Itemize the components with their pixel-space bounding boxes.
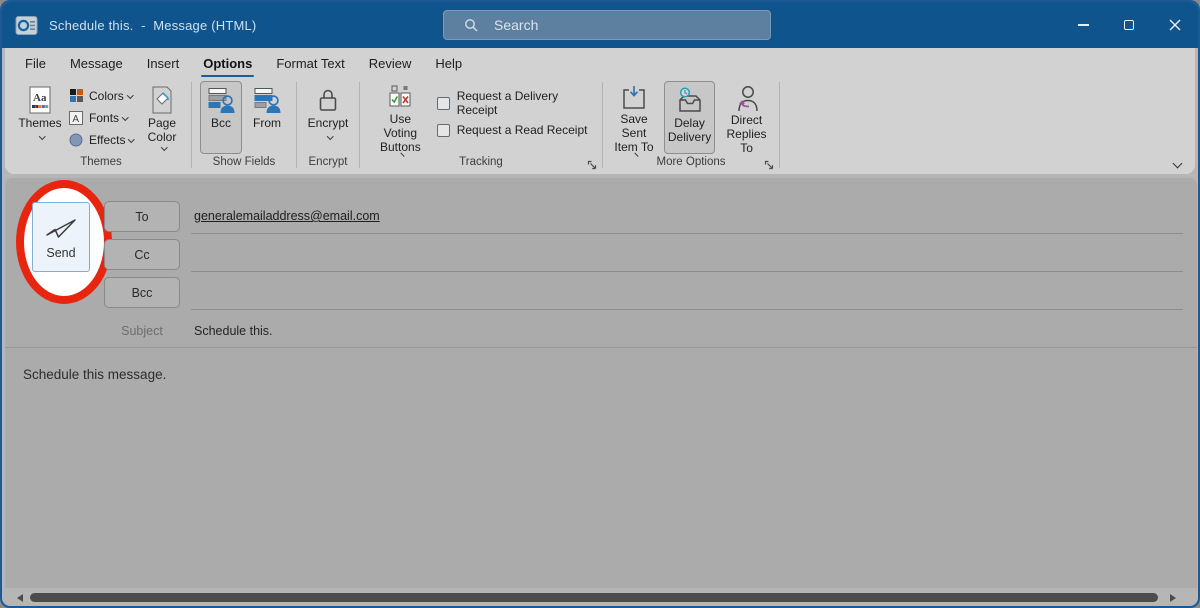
tab-review[interactable]: Review bbox=[357, 48, 424, 78]
compose-area: Send To Cc Bcc generalemailaddress@email… bbox=[5, 178, 1197, 588]
chevron-down-icon bbox=[161, 144, 167, 150]
fonts-icon: A bbox=[68, 110, 84, 125]
checkbox-icon[interactable] bbox=[437, 97, 450, 110]
group-separator bbox=[296, 82, 297, 168]
to-button[interactable]: To bbox=[104, 201, 180, 232]
save-sent-icon bbox=[621, 85, 647, 111]
to-field-line[interactable] bbox=[191, 233, 1183, 234]
tab-file[interactable]: File bbox=[13, 48, 58, 78]
cc-field-line[interactable] bbox=[191, 271, 1183, 272]
group-separator bbox=[602, 82, 603, 168]
send-plane-icon bbox=[44, 214, 78, 238]
ribbon-panel: File Message Insert Options Format Text … bbox=[5, 48, 1195, 174]
horizontal-scrollbar[interactable] bbox=[6, 591, 1194, 605]
voting-buttons-icon bbox=[387, 85, 413, 111]
bcc-field-button[interactable]: Bcc bbox=[200, 81, 242, 154]
scroll-right-arrow-icon[interactable] bbox=[1170, 594, 1176, 602]
scroll-left-arrow-icon[interactable] bbox=[17, 594, 23, 602]
outlook-app-icon bbox=[15, 14, 38, 37]
minimize-icon bbox=[1078, 24, 1089, 25]
group-label-themes: Themes bbox=[13, 155, 189, 172]
colors-icon bbox=[68, 88, 84, 103]
tab-format-text[interactable]: Format Text bbox=[264, 48, 356, 78]
close-icon bbox=[1169, 19, 1181, 31]
chevron-down-icon bbox=[39, 133, 45, 139]
encrypt-button[interactable]: Encrypt bbox=[303, 81, 354, 154]
search-input[interactable]: Search bbox=[443, 10, 771, 40]
menu-bar: File Message Insert Options Format Text … bbox=[5, 48, 1195, 78]
direct-replies-icon bbox=[734, 85, 760, 112]
group-more-options: Save Sent Item To Delay Delivery bbox=[605, 80, 777, 172]
chevron-down-icon bbox=[122, 114, 128, 120]
page-color-icon bbox=[149, 85, 175, 115]
group-label-tracking: Tracking bbox=[362, 155, 600, 172]
message-window: Schedule this. - Message (HTML) Search bbox=[0, 0, 1200, 608]
themes-icon: Aa bbox=[27, 85, 53, 115]
group-separator bbox=[779, 82, 780, 168]
send-button[interactable]: Send bbox=[32, 202, 90, 272]
close-button[interactable] bbox=[1152, 2, 1198, 48]
subject-value[interactable]: Schedule this. bbox=[194, 324, 273, 338]
tab-help[interactable]: Help bbox=[423, 48, 474, 78]
active-tab-underline bbox=[201, 75, 254, 78]
subject-label: Subject bbox=[104, 324, 180, 338]
direct-replies-to-button[interactable]: Direct Replies To bbox=[718, 81, 775, 154]
dialog-launcher-icon bbox=[587, 160, 597, 170]
maximize-icon bbox=[1124, 20, 1134, 30]
header-body-divider bbox=[5, 347, 1197, 348]
from-fields-icon bbox=[254, 85, 281, 115]
chevron-down-icon bbox=[129, 136, 135, 142]
svg-text:Aa: Aa bbox=[33, 92, 47, 104]
to-recipient-value[interactable]: generalemailaddress@email.com bbox=[194, 209, 380, 223]
checkbox-icon[interactable] bbox=[437, 124, 450, 137]
read-receipt-checkbox-row[interactable]: Request a Read Receipt bbox=[437, 122, 598, 138]
window-title: Schedule this. - Message (HTML) bbox=[49, 18, 256, 33]
save-sent-item-to-button[interactable]: Save Sent Item To bbox=[607, 81, 661, 154]
minimize-button[interactable] bbox=[1060, 2, 1106, 48]
delay-delivery-icon bbox=[676, 85, 703, 115]
search-placeholder: Search bbox=[494, 17, 538, 33]
group-separator bbox=[191, 82, 192, 168]
group-show-fields: Bcc From bbox=[194, 80, 294, 172]
chevron-down-icon bbox=[327, 133, 333, 139]
tab-options[interactable]: Options bbox=[191, 48, 264, 78]
more-options-dialog-launcher[interactable] bbox=[764, 160, 774, 170]
message-body[interactable]: Schedule this message. bbox=[23, 367, 166, 382]
tab-message[interactable]: Message bbox=[58, 48, 135, 78]
scrollbar-thumb[interactable] bbox=[30, 593, 1158, 602]
group-encrypt: Encrypt Encrypt bbox=[299, 80, 357, 172]
group-tracking: Use Voting Buttons Request a Delivery Re… bbox=[362, 80, 600, 172]
svg-text:A: A bbox=[72, 114, 79, 125]
cc-button[interactable]: Cc bbox=[104, 239, 180, 270]
ribbon-groups: Aa Themes bbox=[13, 80, 1187, 174]
effects-icon bbox=[68, 132, 84, 147]
group-separator bbox=[359, 82, 360, 168]
group-label-show-fields: Show Fields bbox=[194, 155, 294, 172]
lock-icon bbox=[316, 85, 340, 115]
colors-button[interactable]: Colors bbox=[65, 85, 137, 107]
bcc-fields-icon bbox=[208, 85, 235, 115]
bcc-button[interactable]: Bcc bbox=[104, 277, 180, 308]
maximize-button[interactable] bbox=[1106, 2, 1152, 48]
chevron-down-icon bbox=[127, 92, 133, 98]
delivery-receipt-checkbox-row[interactable]: Request a Delivery Receipt bbox=[437, 95, 598, 111]
titlebar: Schedule this. - Message (HTML) Search bbox=[2, 2, 1198, 48]
window-controls bbox=[1060, 2, 1198, 48]
tracking-dialog-launcher[interactable] bbox=[587, 160, 597, 170]
group-themes: Aa Themes bbox=[13, 80, 189, 172]
delay-delivery-button[interactable]: Delay Delivery bbox=[664, 81, 715, 154]
group-label-encrypt: Encrypt bbox=[299, 155, 357, 172]
effects-button[interactable]: Effects bbox=[65, 129, 137, 151]
themes-button[interactable]: Aa Themes bbox=[15, 81, 65, 154]
tab-insert[interactable]: Insert bbox=[135, 48, 192, 78]
group-label-more-options: More Options bbox=[605, 155, 777, 172]
fonts-button[interactable]: A Fonts bbox=[65, 107, 137, 129]
from-field-button[interactable]: From bbox=[246, 81, 288, 154]
page-color-button[interactable]: Page Color bbox=[137, 81, 187, 154]
use-voting-buttons-button[interactable]: Use Voting Buttons bbox=[370, 81, 431, 154]
search-icon bbox=[464, 18, 479, 33]
dialog-launcher-icon bbox=[764, 160, 774, 170]
bcc-field-line[interactable] bbox=[191, 309, 1183, 310]
